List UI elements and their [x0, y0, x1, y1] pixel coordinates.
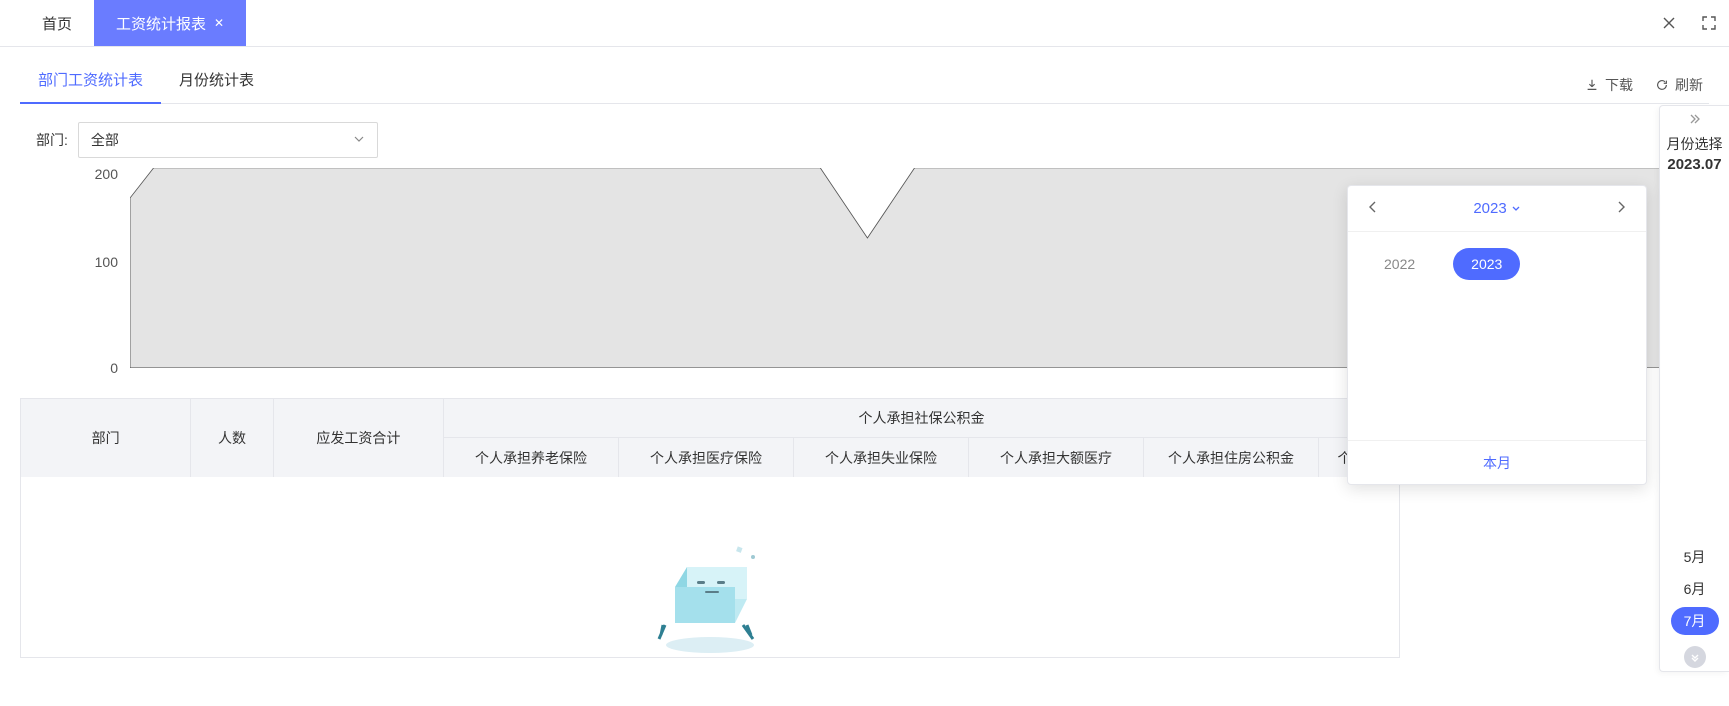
download-label: 下载 — [1605, 75, 1633, 95]
month-sidebar: 月份选择 2023.07 1月2月3月4月5月6月7月 — [1659, 105, 1729, 672]
tab-home-label: 首页 — [42, 13, 72, 34]
sub-col: 个人承担失业保险 — [794, 438, 969, 477]
view-tabs-row: 部门工资统计表 月份统计表 下载 刷新 — [20, 47, 1709, 104]
filter-row: 部门: 全部 — [20, 104, 1709, 168]
close-panel-icon[interactable] — [1655, 9, 1683, 37]
sub-col: 个人承担住房公积金 — [1144, 438, 1319, 477]
empty-state — [21, 477, 1399, 657]
y-tick-200: 200 — [68, 166, 118, 182]
tab-month-stats[interactable]: 月份统计表 — [161, 59, 272, 104]
empty-illustration — [635, 527, 785, 657]
col-group-personal: 个人承担社保公积金 — [444, 399, 1399, 438]
year-picker-current[interactable]: 2023 — [1473, 200, 1520, 217]
sub-col: 个人承担医疗保险 — [619, 438, 794, 477]
close-icon[interactable]: ✕ — [214, 16, 224, 30]
refresh-button[interactable]: 刷新 — [1655, 75, 1703, 95]
col-dept: 部门 — [21, 399, 191, 477]
salary-table: 部门 人数 应发工资合计 个人承担社保公积金 个人承担养老保险个人承担医疗保险个… — [20, 398, 1400, 658]
refresh-icon — [1655, 78, 1669, 92]
dept-select[interactable]: 全部 — [78, 122, 378, 158]
this-month-label: 本月 — [1483, 453, 1511, 473]
month-option[interactable]: 6月 — [1671, 575, 1719, 603]
year-option[interactable]: 2023 — [1453, 248, 1520, 280]
download-icon — [1585, 78, 1599, 92]
chevron-down-icon — [353, 132, 365, 148]
sub-col: 个人承担大额医疗 — [969, 438, 1144, 477]
tab-salary-report[interactable]: 工资统计报表 ✕ — [94, 0, 246, 46]
sidebar-expand-button[interactable] — [1660, 643, 1729, 671]
app-tab-bar: 首页 工资统计报表 ✕ — [0, 0, 1729, 47]
year-picker-current-label: 2023 — [1473, 200, 1506, 217]
sidebar-current-month: 2023.07 — [1660, 156, 1729, 181]
sidebar-collapse-button[interactable] — [1660, 106, 1729, 132]
sub-col: 个人承担养老保险 — [444, 438, 619, 477]
this-month-button[interactable]: 本月 — [1348, 440, 1646, 484]
chevron-down-icon — [1511, 204, 1521, 214]
col-total: 应发工资合计 — [274, 399, 444, 477]
year-option[interactable]: 2022 — [1366, 248, 1433, 280]
tab-home[interactable]: 首页 — [20, 0, 94, 46]
download-button[interactable]: 下载 — [1585, 75, 1633, 95]
sidebar-title: 月份选择 — [1660, 132, 1729, 156]
y-tick-0: 0 — [68, 360, 118, 376]
month-option[interactable]: 7月 — [1671, 607, 1719, 635]
year-next-button[interactable] — [1610, 196, 1632, 221]
tab-dept-salary[interactable]: 部门工资统计表 — [20, 59, 161, 104]
year-prev-button[interactable] — [1362, 196, 1384, 221]
tab-dept-salary-label: 部门工资统计表 — [38, 72, 143, 89]
dept-select-value: 全部 — [91, 130, 119, 150]
col-count: 人数 — [191, 399, 274, 477]
y-tick-100: 100 — [68, 254, 118, 270]
fullscreen-icon[interactable] — [1695, 9, 1723, 37]
year-picker-popover: 2023 2022 2023 本月 — [1347, 185, 1647, 485]
tab-month-stats-label: 月份统计表 — [179, 72, 254, 89]
month-option[interactable]: 5月 — [1671, 543, 1719, 571]
tab-salary-report-label: 工资统计报表 — [116, 13, 206, 34]
refresh-label: 刷新 — [1675, 75, 1703, 95]
dept-filter-label: 部门: — [36, 130, 68, 150]
